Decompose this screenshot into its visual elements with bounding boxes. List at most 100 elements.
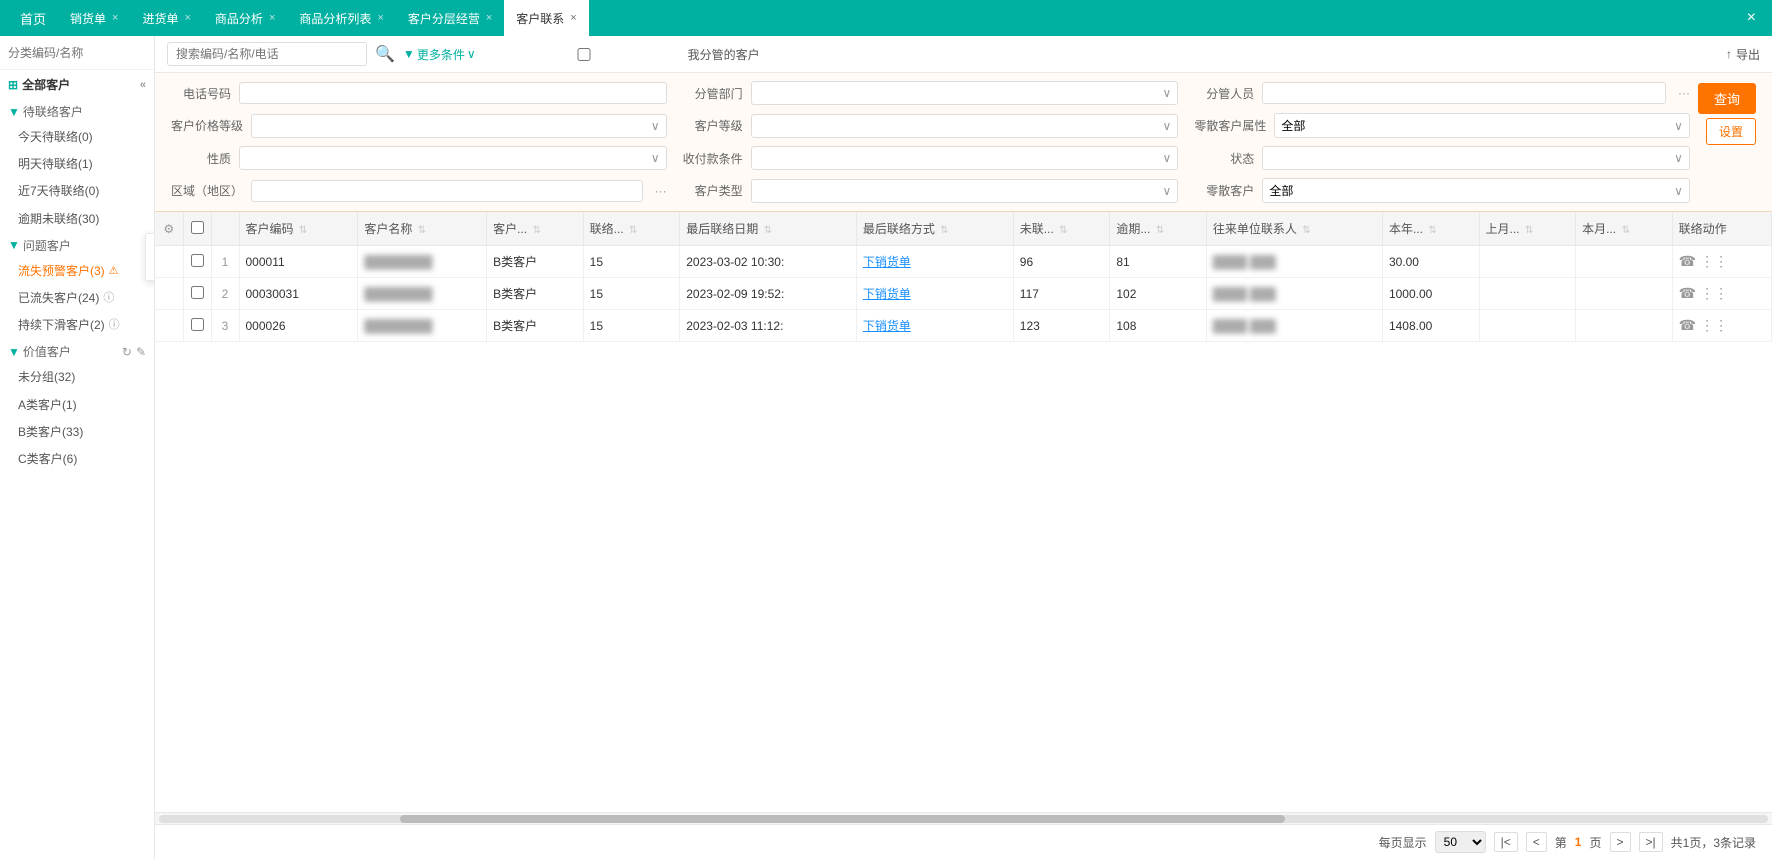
- nav-purchase[interactable]: 进货单 ×: [130, 0, 202, 36]
- nav-product-analysis-list[interactable]: 商品分析列表 ×: [287, 0, 395, 36]
- sidebar-item-churned[interactable]: 已流失客户(24) ⓘ: [0, 285, 154, 312]
- settings-column-header[interactable]: ⚙: [155, 212, 183, 246]
- nav-home[interactable]: 首页: [8, 0, 58, 36]
- row-last-month: [1479, 310, 1576, 342]
- this-month-column-header[interactable]: 本月... ⇅: [1576, 212, 1673, 246]
- table-container: ⚙ 客户编码 ⇅ 客户名称 ⇅: [155, 212, 1772, 812]
- contact-action-icon[interactable]: ☎: [1679, 253, 1696, 270]
- pagination-bar: 每页显示 50 20 100 |< < 第 1 页 > >| 共1页，3条记录: [155, 824, 1772, 859]
- my-customers-checkbox[interactable]: [484, 48, 684, 61]
- last-month-column-header[interactable]: 上月... ⇅: [1479, 212, 1576, 246]
- last-page-button[interactable]: >|: [1639, 832, 1663, 852]
- close-purchase-icon[interactable]: ×: [184, 12, 190, 24]
- export-button[interactable]: ↑ 导出: [1726, 46, 1760, 63]
- more-actions-icon[interactable]: ⋮⋮: [1700, 317, 1728, 334]
- select-all-checkbox[interactable]: [191, 221, 204, 234]
- price-level-select[interactable]: ∨: [251, 114, 667, 138]
- region-dots-icon[interactable]: ···: [655, 184, 667, 198]
- my-customers-checkbox-label[interactable]: 我分管的客户: [484, 46, 760, 63]
- search-input[interactable]: [167, 42, 367, 66]
- payment-select[interactable]: ∨: [751, 146, 1179, 170]
- scatter-attr-label: 零散客户属性: [1194, 117, 1266, 134]
- not-linked-column-header[interactable]: 未联... ⇅: [1013, 212, 1110, 246]
- manager-input[interactable]: [1262, 82, 1666, 104]
- sidebar-item-tomorrow[interactable]: 明天待联络(1): [0, 151, 154, 178]
- contact-action-icon[interactable]: ☎: [1679, 285, 1696, 302]
- next-page-button[interactable]: >: [1610, 832, 1631, 852]
- row-last-method[interactable]: 下销货单: [856, 310, 1013, 342]
- search-button[interactable]: 🔍: [375, 44, 395, 64]
- setting-button[interactable]: 设置: [1706, 118, 1756, 145]
- close-all-button[interactable]: ×: [1739, 9, 1764, 27]
- sidebar-item-b-class[interactable]: B类客户(33): [0, 419, 154, 446]
- close-product-analysis-icon[interactable]: ×: [269, 12, 275, 24]
- nav-customer-contact[interactable]: 客户联系 ×: [504, 0, 588, 36]
- close-customer-layer-icon[interactable]: ×: [486, 12, 492, 24]
- first-page-button[interactable]: |<: [1494, 832, 1518, 852]
- customer-level-select[interactable]: ∨: [751, 114, 1179, 138]
- problem-customer-title[interactable]: ▼ 问题客户: [0, 233, 154, 258]
- customer-type-select[interactable]: ∨: [751, 179, 1179, 203]
- row-last-method[interactable]: 下销货单: [856, 278, 1013, 310]
- chevron-icon: ∨: [1163, 86, 1172, 100]
- more-actions-icon[interactable]: ⋮⋮: [1700, 253, 1728, 270]
- scatter-customer-select[interactable]: 全部 ∨: [1262, 178, 1690, 203]
- sidebar-item-a-class[interactable]: A类客户(1): [0, 392, 154, 419]
- sidebar-item-ungrouped[interactable]: 未分组(32): [0, 364, 154, 391]
- all-customers-header[interactable]: ⊞ 全部客户 «: [0, 70, 154, 99]
- row-overdue: 81: [1110, 246, 1207, 278]
- nav-sales[interactable]: 销货单 ×: [58, 0, 130, 36]
- pending-contact-title[interactable]: ▼ 待联络客户: [0, 99, 154, 124]
- value-customer-title[interactable]: ▼ 价值客户 ↻ ✎: [0, 339, 154, 364]
- query-button[interactable]: 查询: [1698, 83, 1756, 114]
- row-name: ████████: [358, 278, 487, 310]
- edit-icon[interactable]: ✎: [136, 345, 146, 359]
- row-checkbox[interactable]: [183, 246, 211, 278]
- nature-label: 性质: [171, 150, 231, 167]
- phone-input[interactable]: [239, 82, 667, 104]
- close-customer-contact-icon[interactable]: ×: [570, 12, 576, 24]
- customer-level-field: 客户等级 ∨: [683, 114, 1179, 138]
- close-sales-icon[interactable]: ×: [112, 12, 118, 24]
- sidebar-item-7days[interactable]: 近7天待联络(0): [0, 178, 154, 205]
- phone-field: 电话号码: [171, 82, 667, 104]
- contact-action-icon[interactable]: ☎: [1679, 317, 1696, 334]
- scatter-attr-select[interactable]: 全部 ∨: [1274, 113, 1690, 138]
- code-column-header[interactable]: 客户编码 ⇅: [239, 212, 358, 246]
- sidebar-item-overdue[interactable]: 逾期未联络(30): [0, 206, 154, 233]
- checkbox-column-header[interactable]: [183, 212, 211, 246]
- region-input[interactable]: [251, 180, 643, 202]
- nature-select[interactable]: ∨: [239, 146, 667, 170]
- per-page-select[interactable]: 50 20 100: [1435, 831, 1486, 853]
- nav-product-analysis[interactable]: 商品分析 ×: [203, 0, 287, 36]
- prev-page-button[interactable]: <: [1526, 832, 1547, 852]
- this-year-column-header[interactable]: 本年... ⇅: [1382, 212, 1479, 246]
- type-column-header[interactable]: 客户... ⇅: [487, 212, 584, 246]
- row-last-method[interactable]: 下销货单: [856, 246, 1013, 278]
- more-conditions-button[interactable]: ▼ 更多条件 ∨: [403, 46, 476, 63]
- row-checkbox[interactable]: [183, 310, 211, 342]
- close-product-analysis-list-icon[interactable]: ×: [377, 12, 383, 24]
- sidebar-search-bar[interactable]: 🔍: [0, 36, 154, 70]
- more-actions-icon[interactable]: ⋮⋮: [1700, 285, 1728, 302]
- refresh-icon[interactable]: ↻: [122, 345, 132, 359]
- unit-contact-column-header[interactable]: 往来单位联系人 ⇅: [1206, 212, 1382, 246]
- chevron-icon9: ∨: [1674, 184, 1683, 198]
- sidebar-item-churn-warning[interactable]: 流失预警客户(3) ⚠: [0, 258, 154, 285]
- last-date-column-header[interactable]: 最后联络日期 ⇅: [680, 212, 857, 246]
- status-select[interactable]: ∨: [1262, 146, 1690, 170]
- sidebar-item-today[interactable]: 今天待联络(0): [0, 124, 154, 151]
- horizontal-scrollbar[interactable]: [155, 812, 1772, 824]
- sidebar-item-declining[interactable]: 持续下滑客户(2) ⓘ: [0, 312, 154, 339]
- sidebar-search-input[interactable]: [8, 46, 155, 60]
- overdue-column-header[interactable]: 逾期... ⇅: [1110, 212, 1207, 246]
- settings-icon[interactable]: ⚙: [163, 222, 174, 236]
- sidebar-item-c-class[interactable]: C类客户(6): [0, 446, 154, 473]
- name-column-header[interactable]: 客户名称 ⇅: [358, 212, 487, 246]
- last-method-column-header[interactable]: 最后联络方式 ⇅: [856, 212, 1013, 246]
- dots-icon[interactable]: ···: [1678, 86, 1690, 100]
- row-checkbox[interactable]: [183, 278, 211, 310]
- dept-select[interactable]: ∨: [751, 81, 1179, 105]
- nav-customer-layer[interactable]: 客户分层经营 ×: [396, 0, 504, 36]
- contact-column-header[interactable]: 联络... ⇅: [583, 212, 680, 246]
